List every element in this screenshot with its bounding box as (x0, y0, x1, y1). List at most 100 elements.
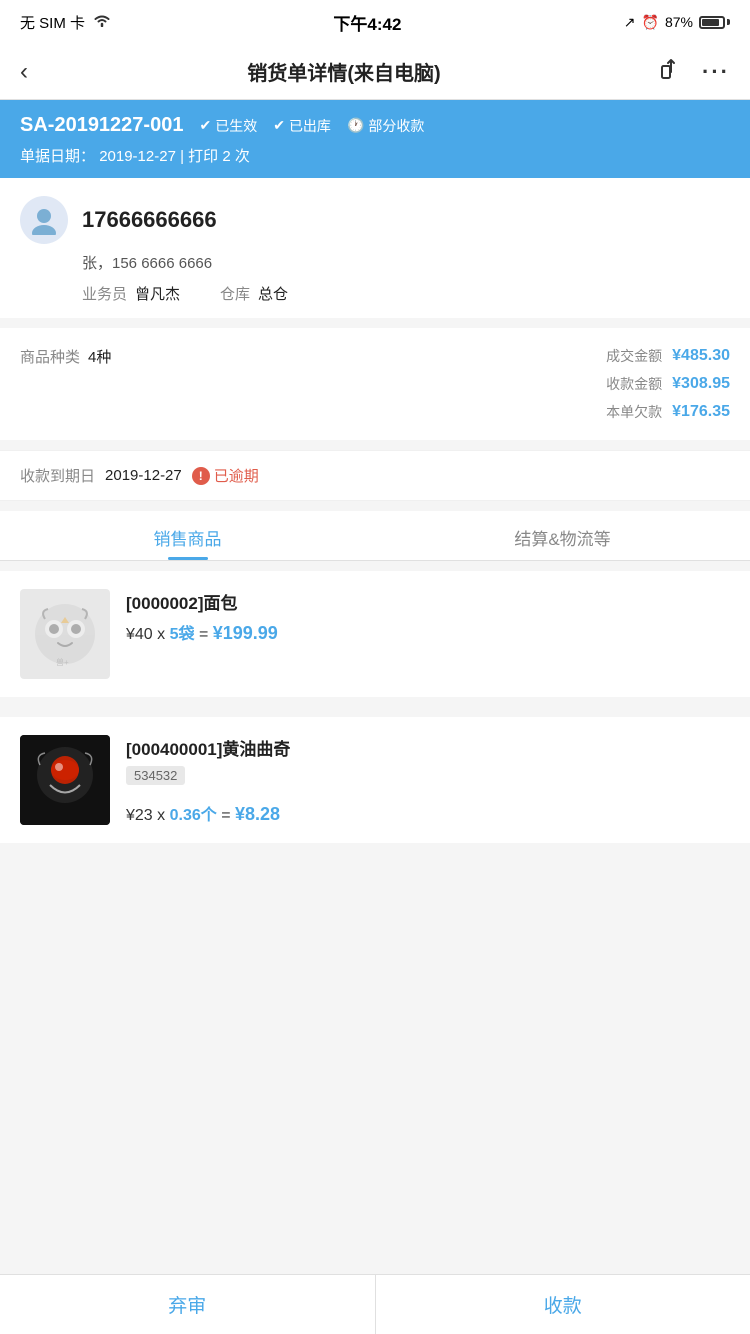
product-qty-2: 0.36个 (170, 807, 217, 824)
customer-avatar (20, 196, 68, 244)
order-date: 2019-12-27 (99, 148, 176, 165)
order-header-banner: SA-20191227-001 ✔ 已生效 ✔ 已出库 🕐 部分收款 单据日期：… (0, 100, 750, 178)
abandon-review-label: 弃审 (168, 1291, 206, 1318)
tab-products-label: 销售商品 (154, 530, 222, 549)
amount-row-3: 本单欠款 ¥176.35 (606, 402, 730, 422)
check-icon-2: ✔ (273, 117, 285, 134)
sales-value: 曾凡杰 (135, 283, 180, 304)
due-date-label: 收款到期日 (20, 465, 95, 486)
summary-card: 商品种类 4种 成交金额 ¥485.30 收款金额 ¥308.95 本单欠款 ¥… (0, 328, 750, 440)
nav-bar: ‹ 销货单详情(来自电脑) ··· (0, 44, 750, 100)
status-left: 无 SIM 卡 (20, 12, 111, 33)
banner-row-1: SA-20191227-001 ✔ 已生效 ✔ 已出库 🕐 部分收款 (20, 114, 730, 137)
warehouse-value: 总仓 (258, 283, 288, 304)
product-total-2: ¥8.28 (235, 804, 280, 824)
tab-products[interactable]: 销售商品 (0, 511, 375, 560)
product-thumb-2 (20, 735, 110, 825)
amount-row-2: 收款金额 ¥308.95 (606, 374, 730, 394)
product-code-2: [000400001] (126, 740, 222, 759)
badge-partial-label: 部分收款 (368, 116, 424, 136)
product-code-1: [0000002] (126, 594, 204, 613)
overdue-label: 已逾期 (214, 465, 259, 486)
product-eq-2: = (217, 807, 235, 824)
banner-row-2: 单据日期： 2019-12-27 | 打印 2 次 (20, 145, 730, 166)
date-label: 单据日期： (20, 148, 95, 165)
abandon-review-button[interactable]: 弃审 (0, 1275, 376, 1334)
overdue-icon: ! (192, 467, 210, 485)
tab-settlement-label: 结算&物流等 (514, 530, 610, 549)
product-unit-price-1: ¥40 x (126, 626, 170, 643)
customer-id: 17666666666 (82, 207, 217, 233)
status-time: 下午4:42 (333, 10, 401, 35)
more-icon[interactable]: ··· (702, 59, 730, 85)
print-info: | 打印 2 次 (180, 148, 250, 165)
page-title: 销货单详情(来自电脑) (247, 57, 440, 86)
amount-row-1: 成交金额 ¥485.30 (606, 346, 730, 366)
status-right: ↗ ⏰ 87% (624, 14, 730, 31)
warehouse-meta: 仓库 总仓 (220, 283, 288, 304)
customer-top: 17666666666 (20, 196, 730, 244)
product-eq-1: = (195, 626, 213, 643)
product-title-2: 黄油曲奇 (222, 740, 290, 759)
due-date-value: 2019-12-27 (105, 467, 182, 484)
customer-card: 17666666666 张，156 6666 6666 业务员 曾凡杰 仓库 总… (0, 178, 750, 318)
share-icon[interactable] (660, 58, 682, 86)
wifi-icon (93, 13, 111, 31)
customer-meta: 业务员 曾凡杰 仓库 总仓 (20, 283, 730, 304)
collect-payment-label: 收款 (544, 1291, 582, 1318)
amount-value-3: ¥176.35 (672, 403, 730, 421)
product-total-1: ¥199.99 (213, 623, 278, 643)
badge-activated: ✔ 已生效 (199, 116, 257, 136)
product-title-1: 面包 (204, 594, 238, 613)
product-type-value: 4种 (88, 346, 111, 367)
badge-shipped: ✔ 已出库 (273, 116, 331, 136)
due-date-card: 收款到期日 2019-12-27 ! 已逾期 (0, 450, 750, 501)
product-price-row-1: ¥40 x 5袋 = ¥199.99 (126, 620, 730, 644)
product-list: 兽+ [0000002]面包 ¥40 x 5袋 = ¥199.99 (0, 561, 750, 923)
order-id: SA-20191227-001 (20, 114, 183, 137)
status-bar: 无 SIM 卡 下午4:42 ↗ ⏰ 87% (0, 0, 750, 44)
product-name-1: [0000002]面包 (126, 589, 730, 614)
battery-percent: 87% (665, 14, 693, 30)
amount-label-3: 本单欠款 (606, 402, 662, 422)
badge-partial-payment: 🕐 部分收款 (347, 116, 424, 136)
product-info-1: [0000002]面包 ¥40 x 5袋 = ¥199.99 (126, 589, 730, 644)
product-sku-2: 534532 (126, 766, 185, 785)
amount-label-1: 成交金额 (606, 346, 662, 366)
amount-value-2: ¥308.95 (672, 375, 730, 393)
product-thumb-1: 兽+ (20, 589, 110, 679)
product-type-label: 商品种类 (20, 346, 80, 367)
product-info-2: [000400001]黄油曲奇 534532 ¥23 x 0.36个 = ¥8.… (126, 735, 730, 825)
location-icon: ↗ (624, 14, 636, 31)
check-icon-1: ✔ (199, 117, 211, 134)
amount-value-1: ¥485.30 (672, 347, 730, 365)
product-unit-price-2: ¥23 x (126, 807, 170, 824)
amount-label-2: 收款金额 (606, 374, 662, 394)
battery-icon (699, 16, 730, 29)
clock-icon: 🕐 (347, 117, 364, 134)
product-type-row: 商品种类 4种 (20, 346, 111, 367)
badge-activated-label: 已生效 (215, 116, 257, 136)
sales-label: 业务员 (82, 283, 127, 304)
product-item-2: [000400001]黄油曲奇 534532 ¥23 x 0.36个 = ¥8.… (0, 717, 750, 843)
collect-payment-button[interactable]: 收款 (376, 1275, 750, 1334)
tab-bar: 销售商品 结算&物流等 (0, 511, 750, 561)
badge-shipped-label: 已出库 (289, 116, 331, 136)
summary-right: 成交金额 ¥485.30 收款金额 ¥308.95 本单欠款 ¥176.35 (606, 346, 730, 422)
bottom-bar: 弃审 收款 (0, 1274, 750, 1334)
customer-name: 张，156 6666 6666 (20, 252, 730, 273)
nav-actions: ··· (660, 58, 730, 86)
sales-meta: 业务员 曾凡杰 (82, 283, 180, 304)
svg-text:兽+: 兽+ (56, 657, 69, 667)
product-name-2: [000400001]黄油曲奇 (126, 735, 730, 760)
back-button[interactable]: ‹ (20, 58, 28, 86)
product-item-1: 兽+ [0000002]面包 ¥40 x 5袋 = ¥199.99 (0, 571, 750, 697)
summary-left: 商品种类 4种 (20, 346, 111, 373)
overdue-badge: ! 已逾期 (192, 465, 259, 486)
warehouse-label: 仓库 (220, 283, 250, 304)
product-qty-1: 5袋 (170, 626, 195, 643)
sim-label: 无 SIM 卡 (20, 12, 85, 33)
alarm-icon: ⏰ (642, 14, 659, 31)
product-price-row-2: ¥23 x 0.36个 = ¥8.28 (126, 801, 730, 825)
tab-settlement[interactable]: 结算&物流等 (375, 511, 750, 560)
